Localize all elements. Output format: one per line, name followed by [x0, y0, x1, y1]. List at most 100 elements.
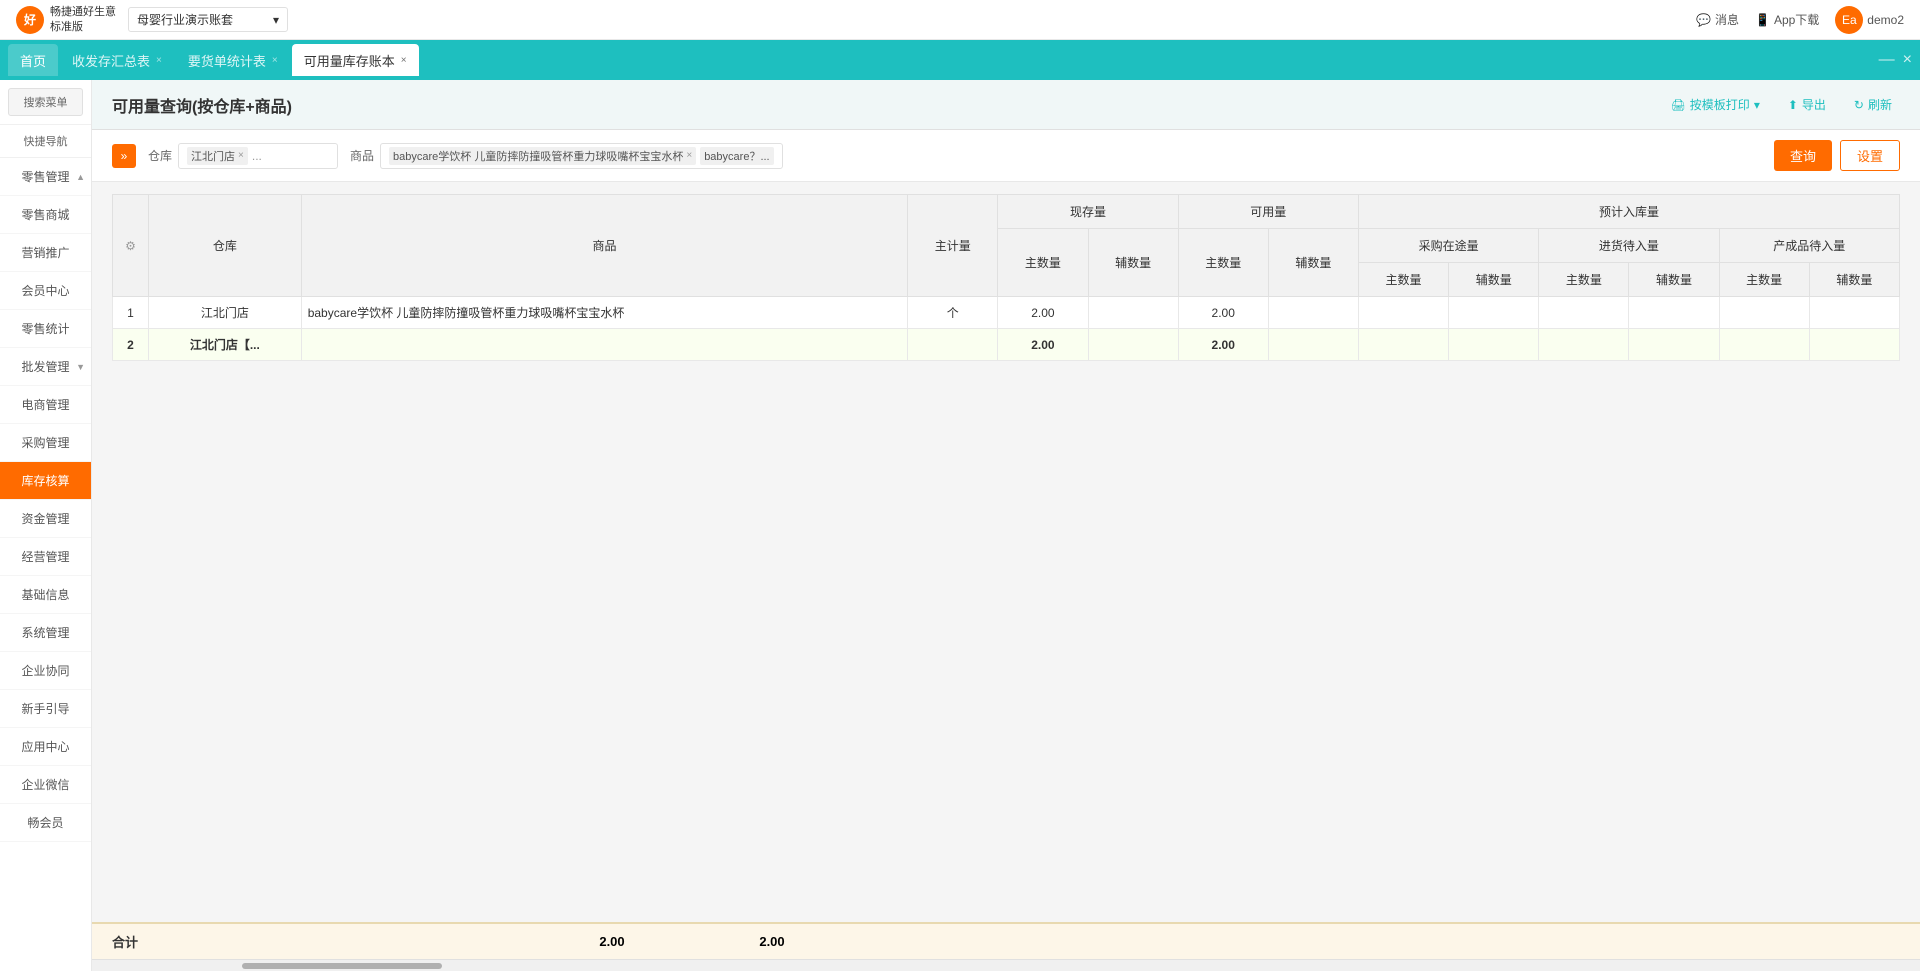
sidebar-item-member[interactable]: 会员中心 [0, 272, 91, 310]
col-goods-pending: 进货待入量 [1539, 229, 1719, 263]
cell-inbound-aux [1629, 297, 1719, 329]
app-download-btn[interactable]: 📱 App下载 [1755, 11, 1819, 28]
filter-expand-btn[interactable]: » [112, 144, 136, 168]
col-stock-aux: 辅数量 [1088, 229, 1178, 297]
col-available: 可用量 [1178, 195, 1358, 229]
page-actions: 🖨 按模板打印 ▾ ⬆ 导出 ↻ 刷新 [1663, 92, 1900, 117]
scrollbar-container[interactable] [92, 959, 1920, 971]
window-close-btn[interactable]: × [1903, 51, 1912, 69]
gear-icon[interactable]: ⚙ [125, 239, 136, 253]
col-prod-aux: 辅数量 [1809, 263, 1899, 297]
tab-order-stats[interactable]: 要货单统计表 × [176, 44, 290, 76]
cell-inbound-main [1539, 297, 1629, 329]
avatar: Ea [1835, 6, 1863, 34]
user-menu[interactable]: Ea demo2 [1835, 6, 1904, 34]
sidebar: 搜索菜单 快捷导航 零售管理 ▲ 零售商城 营销推广 会员中心 零售统计 批发管… [0, 80, 92, 971]
tab-receipts[interactable]: 收发存汇总表 × [60, 44, 174, 76]
tab-order-stats-close[interactable]: × [272, 55, 278, 66]
sidebar-item-basics[interactable]: 基础信息 [0, 576, 91, 614]
col-purchase-aux: 辅数量 [1449, 263, 1539, 297]
sidebar-item-retail-mgmt[interactable]: 零售管理 ▲ [0, 158, 91, 196]
query-button[interactable]: 查询 [1774, 140, 1832, 171]
tab-available-stock[interactable]: 可用量库存账本 × [292, 44, 419, 76]
cell-index: 1 [113, 297, 149, 329]
sidebar-item-retail-mall[interactable]: 零售商城 [0, 196, 91, 234]
sidebar-item-inventory[interactable]: 库存核算 [0, 462, 91, 500]
sidebar-item-retail-stats[interactable]: 零售统计 [0, 310, 91, 348]
chevron-down-icon: ▾ [1754, 98, 1760, 112]
sidebar-item-enterprise-wechat[interactable]: 企业微信 [0, 766, 91, 804]
refresh-btn[interactable]: ↻ 刷新 [1846, 92, 1900, 117]
sidebar-item-newbie[interactable]: 新手引导 [0, 690, 91, 728]
sidebar-item-label: 库存核算 [21, 472, 69, 489]
table-container[interactable]: ⚙ 仓库 商品 主计量 现存量 可用量 预计入库量 主数量 辅数量 主数量 辅数… [92, 182, 1920, 922]
cell-stock-aux [1088, 329, 1178, 361]
col-incoming: 预计入库量 [1358, 195, 1899, 229]
col-current-stock: 现存量 [998, 195, 1178, 229]
search-menu-btn[interactable]: 搜索菜单 [8, 88, 83, 116]
sidebar-item-ecommerce[interactable]: 电商管理 [0, 386, 91, 424]
chevron-icon: ▲ [76, 172, 85, 182]
print-btn[interactable]: 🖨 按模板打印 ▾ [1663, 92, 1768, 117]
col-avail-main: 主数量 [1178, 229, 1268, 297]
logo-icon: 好 [16, 6, 44, 34]
sidebar-item-finance[interactable]: 资金管理 [0, 500, 91, 538]
message-btn[interactable]: 💬 消息 [1696, 11, 1739, 28]
sidebar-item-label: 资金管理 [21, 510, 69, 527]
cell-p-transit-main [1358, 329, 1448, 361]
message-icon: 💬 [1696, 13, 1711, 27]
export-btn[interactable]: ⬆ 导出 [1780, 92, 1834, 117]
sidebar-item-enterprise[interactable]: 企业协同 [0, 652, 91, 690]
filter-actions: 查询 设置 [1774, 140, 1900, 171]
table-footer: 合计 2.00 2.00 [92, 922, 1920, 959]
cell-product: babycare学饮杯 儿童防摔防撞吸管杯重力球吸嘴杯宝宝水杯 [301, 297, 907, 329]
col-settings: ⚙ [113, 195, 149, 297]
cell-p-transit-aux [1449, 297, 1539, 329]
tab-receipts-close[interactable]: × [156, 55, 162, 66]
print-icon: 🖨 [1671, 98, 1686, 112]
sidebar-item-purchase[interactable]: 采购管理 [0, 424, 91, 462]
sidebar-item-label: 零售商城 [21, 206, 69, 223]
sidebar-item-operations[interactable]: 经营管理 [0, 538, 91, 576]
product-tag1-close[interactable]: × [686, 150, 692, 161]
tab-available-stock-close[interactable]: × [401, 55, 407, 66]
cell-p-transit-aux [1449, 329, 1539, 361]
warehouse-input[interactable]: 江北门店 × ... [178, 143, 338, 169]
warehouse-filter-label: 仓库 [148, 147, 172, 164]
col-inbound-aux: 辅数量 [1629, 263, 1719, 297]
sidebar-item-label: 零售统计 [21, 320, 69, 337]
sidebar-item-label: 应用中心 [21, 738, 69, 755]
industry-selector[interactable]: 母婴行业演示账套 ▾ [128, 7, 288, 32]
chevron-down-icon: ▾ [273, 13, 279, 27]
window-minimize-btn[interactable]: — [1879, 51, 1895, 69]
settings-button[interactable]: 设置 [1840, 140, 1900, 171]
data-table: ⚙ 仓库 商品 主计量 现存量 可用量 预计入库量 主数量 辅数量 主数量 辅数… [112, 194, 1900, 361]
product-input[interactable]: babycare学饮杯 儿童防摔防撞吸管杯重力球吸嘴杯宝宝水杯 × babyca… [380, 143, 783, 169]
cell-avail-main: 2.00 [1178, 297, 1268, 329]
col-prod-main: 主数量 [1719, 263, 1809, 297]
sidebar-item-wholesale[interactable]: 批发管理 ▼ [0, 348, 91, 386]
top-bar: 好 畅捷通好生意 标准版 母婴行业演示账套 ▾ 💬 消息 📱 App下载 Ea … [0, 0, 1920, 40]
sidebar-item-label: 电商管理 [21, 396, 69, 413]
product-tag1: babycare学饮杯 儿童防摔防撞吸管杯重力球吸嘴杯宝宝水杯 × [389, 147, 696, 165]
scrollbar-thumb[interactable] [242, 963, 442, 969]
export-icon: ⬆ [1788, 98, 1798, 112]
col-avail-aux: 辅数量 [1268, 229, 1358, 297]
sidebar-item-label: 系统管理 [21, 624, 69, 641]
sidebar-item-app-center[interactable]: 应用中心 [0, 728, 91, 766]
tab-bar: 首页 收发存汇总表 × 要货单统计表 × 可用量库存账本 × — × [0, 40, 1920, 80]
sidebar-item-marketing[interactable]: 营销推广 [0, 234, 91, 272]
warehouse-tag-close[interactable]: × [238, 150, 244, 161]
sidebar-item-label: 批发管理 [21, 358, 69, 375]
table-row: 2 江北门店【... 2.00 2.00 [113, 329, 1900, 361]
main-layout: 搜索菜单 快捷导航 零售管理 ▲ 零售商城 营销推广 会员中心 零售统计 批发管… [0, 80, 1920, 971]
col-stock-main: 主数量 [998, 229, 1088, 297]
quick-nav-btn[interactable]: 快捷导航 [0, 125, 91, 158]
col-purchase-main: 主数量 [1358, 263, 1448, 297]
warehouse-more[interactable]: ... [252, 149, 262, 163]
sidebar-item-label: 采购管理 [21, 434, 69, 451]
tab-home[interactable]: 首页 [8, 44, 58, 76]
sidebar-item-system[interactable]: 系统管理 [0, 614, 91, 652]
warehouse-filter-group: 仓库 江北门店 × ... [148, 143, 338, 169]
sidebar-item-vip[interactable]: 畅会员 [0, 804, 91, 842]
